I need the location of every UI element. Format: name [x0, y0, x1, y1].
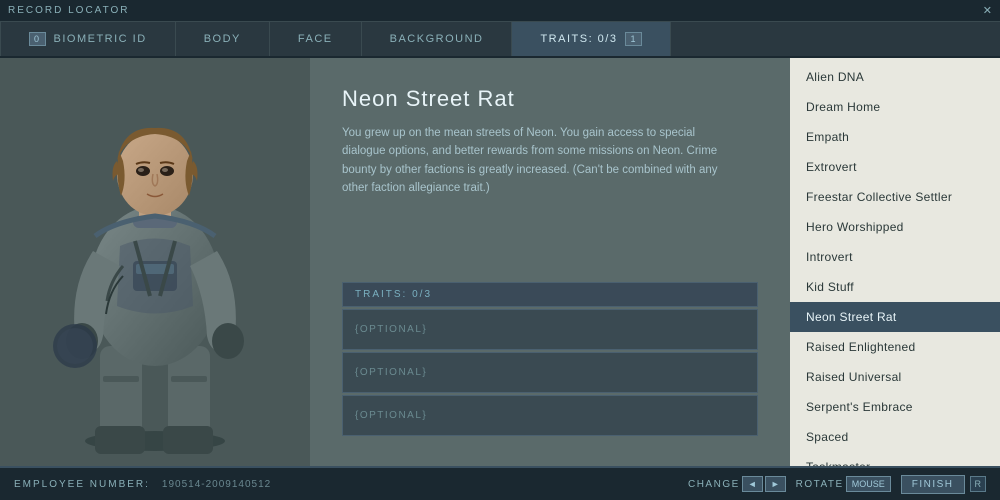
trait-slot-1[interactable]: {OPTIONAL} — [342, 309, 758, 350]
tab-body[interactable]: BODY — [176, 22, 270, 56]
traits-panel: TRAITS: 0/3 {OPTIONAL} {OPTIONAL} {OPTIO… — [342, 282, 758, 438]
finish-key: R — [970, 476, 987, 492]
character-area — [0, 58, 310, 466]
list-item-dream-home[interactable]: Dream Home — [790, 92, 1000, 122]
tab-face[interactable]: FACE — [270, 22, 362, 56]
rotate-label: ROTATE — [796, 479, 844, 490]
trait-slot-3[interactable]: {OPTIONAL} — [342, 395, 758, 436]
center-content: Neon Street Rat You grew up on the mean … — [310, 58, 790, 466]
list-item-freestar[interactable]: Freestar Collective Settler — [790, 182, 1000, 212]
list-item-serpents-embrace[interactable]: Serpent's Embrace — [790, 392, 1000, 422]
list-item-alien-dna[interactable]: Alien DNA — [790, 62, 1000, 92]
tab-label-background: BACKGROUND — [390, 33, 484, 45]
tab-biometric[interactable]: 0 BIOMETRIC ID — [0, 22, 176, 56]
list-item-kid-stuff[interactable]: Kid Stuff — [790, 272, 1000, 302]
bottom-bar: EMPLOYEE NUMBER: 190514-2009140512 CHANG… — [0, 466, 1000, 500]
list-item-raised-universal[interactable]: Raised Universal — [790, 362, 1000, 392]
list-item-empath[interactable]: Empath — [790, 122, 1000, 152]
trait-description: You grew up on the mean streets of Neon.… — [342, 124, 722, 198]
top-bar: RECORD LOCATOR ✕ — [0, 0, 1000, 22]
main-content: Neon Street Rat You grew up on the mean … — [0, 58, 1000, 466]
trait-slot-2[interactable]: {OPTIONAL} — [342, 352, 758, 393]
right-arrow-key[interactable]: ► — [765, 476, 786, 492]
trait-name: Neon Street Rat — [342, 86, 758, 112]
finish-group: FINISH R — [901, 475, 986, 494]
list-item-neon-street-rat[interactable]: Neon Street Rat — [790, 302, 1000, 332]
tab-traits[interactable]: TRAITS: 0/3 1 — [512, 22, 671, 56]
mouse-label-key: MOUSE — [846, 476, 891, 492]
tab-label-biometric: BIOMETRIC ID — [54, 33, 147, 45]
character-portrait — [15, 66, 295, 456]
finish-button[interactable]: FINISH — [901, 475, 965, 494]
list-item-taskmaster[interactable]: Taskmaster — [790, 452, 1000, 466]
rotate-group: ROTATE MOUSE — [796, 476, 891, 492]
tab-key-biometric: 0 — [29, 32, 46, 46]
tab-label-face: FACE — [298, 33, 333, 45]
list-item-spaced[interactable]: Spaced — [790, 422, 1000, 452]
nav-tabs: 0 BIOMETRIC ID BODY FACE BACKGROUND TRAI… — [0, 22, 1000, 58]
traits-panel-header: TRAITS: 0/3 — [342, 282, 758, 307]
record-locator-title: RECORD LOCATOR — [8, 5, 130, 16]
employee-label: EMPLOYEE NUMBER: — [14, 479, 150, 490]
traits-list: Alien DNA Dream Home Empath Extrovert Fr… — [790, 58, 1000, 466]
tab-label-traits: TRAITS: 0/3 — [540, 33, 617, 45]
list-item-introvert[interactable]: Introvert — [790, 242, 1000, 272]
list-item-extrovert[interactable]: Extrovert — [790, 152, 1000, 182]
left-arrow-key[interactable]: ◄ — [742, 476, 763, 492]
employee-number: 190514-2009140512 — [162, 479, 271, 490]
close-icon[interactable]: ✕ — [983, 4, 992, 17]
tab-label-body: BODY — [204, 33, 241, 45]
bottom-controls: CHANGE ◄ ► ROTATE MOUSE FINISH R — [688, 475, 986, 494]
change-label: CHANGE — [688, 479, 740, 490]
list-item-hero-worshipped[interactable]: Hero Worshipped — [790, 212, 1000, 242]
tab-background[interactable]: BACKGROUND — [362, 22, 513, 56]
change-group: CHANGE ◄ ► — [688, 476, 786, 492]
list-item-raised-enlightened[interactable]: Raised Enlightened — [790, 332, 1000, 362]
tab-key-traits-right: 1 — [625, 32, 642, 46]
